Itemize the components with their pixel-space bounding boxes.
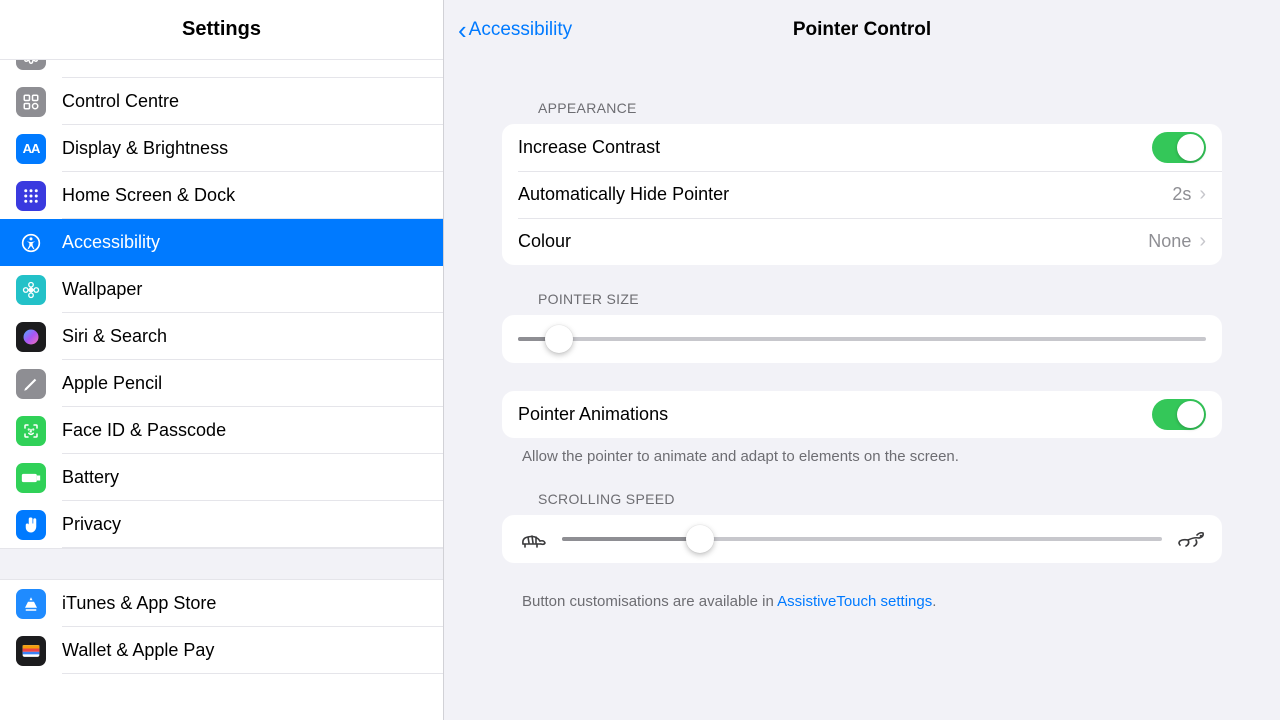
sidebar-item-label: Apple Pencil (62, 373, 162, 394)
footer-link-row: Button customisations are available in A… (502, 593, 1222, 610)
siri-icon (16, 322, 46, 352)
section-header-pointer-size: POINTER SIZE (502, 265, 1222, 315)
row-label: Automatically Hide Pointer (518, 184, 1172, 205)
battery-icon (16, 463, 46, 493)
section-header-scrolling: SCROLLING SPEED (502, 465, 1222, 515)
settings-sidebar: Settings General Control Centre AA Display… (0, 0, 444, 720)
sidebar-item-label: Battery (62, 467, 119, 488)
sidebar-item-face-id-passcode[interactable]: Face ID & Passcode (0, 407, 443, 454)
tortoise-icon (518, 529, 548, 549)
row-value: None (1148, 231, 1191, 252)
group-appearance: Increase Contrast Automatically Hide Poi… (502, 124, 1222, 265)
footer-text-suffix: . (932, 593, 936, 610)
sidebar-item-accessibility[interactable]: Accessibility (0, 219, 443, 266)
faceid-icon (16, 416, 46, 446)
row-value: 2s (1172, 184, 1191, 205)
sidebar-item-wallet-apple-pay[interactable]: Wallet & Apple Pay (0, 627, 443, 674)
sidebar-item-home-screen-dock[interactable]: Home Screen & Dock (0, 172, 443, 219)
sidebar-item-label: Display & Brightness (62, 138, 228, 159)
sidebar-item-label: Wallet & Apple Pay (62, 640, 214, 661)
sidebar-item-label: Wallpaper (62, 279, 142, 300)
accessibility-icon (16, 228, 46, 258)
sidebar-item-label: Siri & Search (62, 326, 167, 347)
slider-scrolling-row (502, 515, 1222, 563)
appstore-icon (16, 589, 46, 619)
footer-note-animations: Allow the pointer to animate and adapt t… (502, 448, 1222, 465)
sidebar-item-battery[interactable]: Battery (0, 454, 443, 501)
sidebar-item-itunes-app-store[interactable]: iTunes & App Store (0, 580, 443, 627)
sidebar-item-label: iTunes & App Store (62, 593, 216, 614)
sidebar-item-label: Home Screen & Dock (62, 185, 235, 206)
sidebar-item-label: Accessibility (62, 232, 160, 253)
row-colour[interactable]: Colour None › (502, 218, 1222, 265)
sidebar-list[interactable]: General Control Centre AA Display & Bright… (0, 60, 443, 720)
group-pointer-size (502, 315, 1222, 363)
chevron-right-icon: › (1199, 230, 1206, 253)
row-auto-hide-pointer[interactable]: Automatically Hide Pointer 2s › (502, 171, 1222, 218)
section-header-appearance: APPEARANCE (502, 60, 1222, 124)
pencil-icon (16, 369, 46, 399)
row-label: Colour (518, 231, 1148, 252)
footer-text-prefix: Button customisations are available in (522, 593, 777, 610)
group-scrolling-speed (502, 515, 1222, 563)
back-button[interactable]: ‹ Accessibility (458, 17, 572, 43)
page-title: Pointer Control (793, 19, 931, 41)
sidebar-item-control-centre[interactable]: Control Centre (0, 78, 443, 125)
sidebar-item-apple-pencil[interactable]: Apple Pencil (0, 360, 443, 407)
sidebar-item-privacy[interactable]: Privacy (0, 501, 443, 548)
flower-icon (16, 275, 46, 305)
sidebar-group-divider (0, 548, 443, 580)
aa-icon: AA (16, 134, 46, 164)
sidebar-title: Settings (0, 0, 443, 60)
sidebar-item-label: Privacy (62, 514, 121, 535)
chevron-left-icon: ‹ (458, 17, 467, 43)
slider-pointer-size-row (502, 315, 1222, 363)
sidebar-item-label: Face ID & Passcode (62, 420, 226, 441)
row-increase-contrast[interactable]: Increase Contrast (502, 124, 1222, 171)
back-label: Accessibility (469, 19, 572, 41)
sidebar-item-siri-search[interactable]: Siri & Search (0, 313, 443, 360)
wallet-icon (16, 636, 46, 666)
gear-icon (16, 60, 46, 70)
sidebar-item-display-brightness[interactable]: AA Display & Brightness (0, 125, 443, 172)
control-centre-icon (16, 87, 46, 117)
assistivetouch-settings-link[interactable]: AssistiveTouch settings (777, 593, 932, 610)
sidebar-item-label: General (62, 60, 126, 63)
sidebar-item-label: Control Centre (62, 91, 179, 112)
slider-pointer-size[interactable] (518, 337, 1206, 341)
group-pointer-animations: Pointer Animations (502, 391, 1222, 438)
hand-icon (16, 510, 46, 540)
row-pointer-animations[interactable]: Pointer Animations (502, 391, 1222, 438)
toggle-pointer-animations[interactable] (1152, 399, 1206, 430)
row-label: Pointer Animations (518, 404, 1152, 425)
hare-icon (1176, 529, 1206, 549)
row-label: Increase Contrast (518, 137, 1152, 158)
detail-pane: ‹ Accessibility Pointer Control APPEARAN… (444, 0, 1280, 720)
slider-scrolling-speed[interactable] (562, 537, 1162, 541)
chevron-right-icon: › (1199, 183, 1206, 206)
grid-icon (16, 181, 46, 211)
toggle-increase-contrast[interactable] (1152, 132, 1206, 163)
sidebar-item-general[interactable]: General (0, 60, 443, 78)
detail-header: ‹ Accessibility Pointer Control (444, 0, 1280, 60)
sidebar-item-wallpaper[interactable]: Wallpaper (0, 266, 443, 313)
